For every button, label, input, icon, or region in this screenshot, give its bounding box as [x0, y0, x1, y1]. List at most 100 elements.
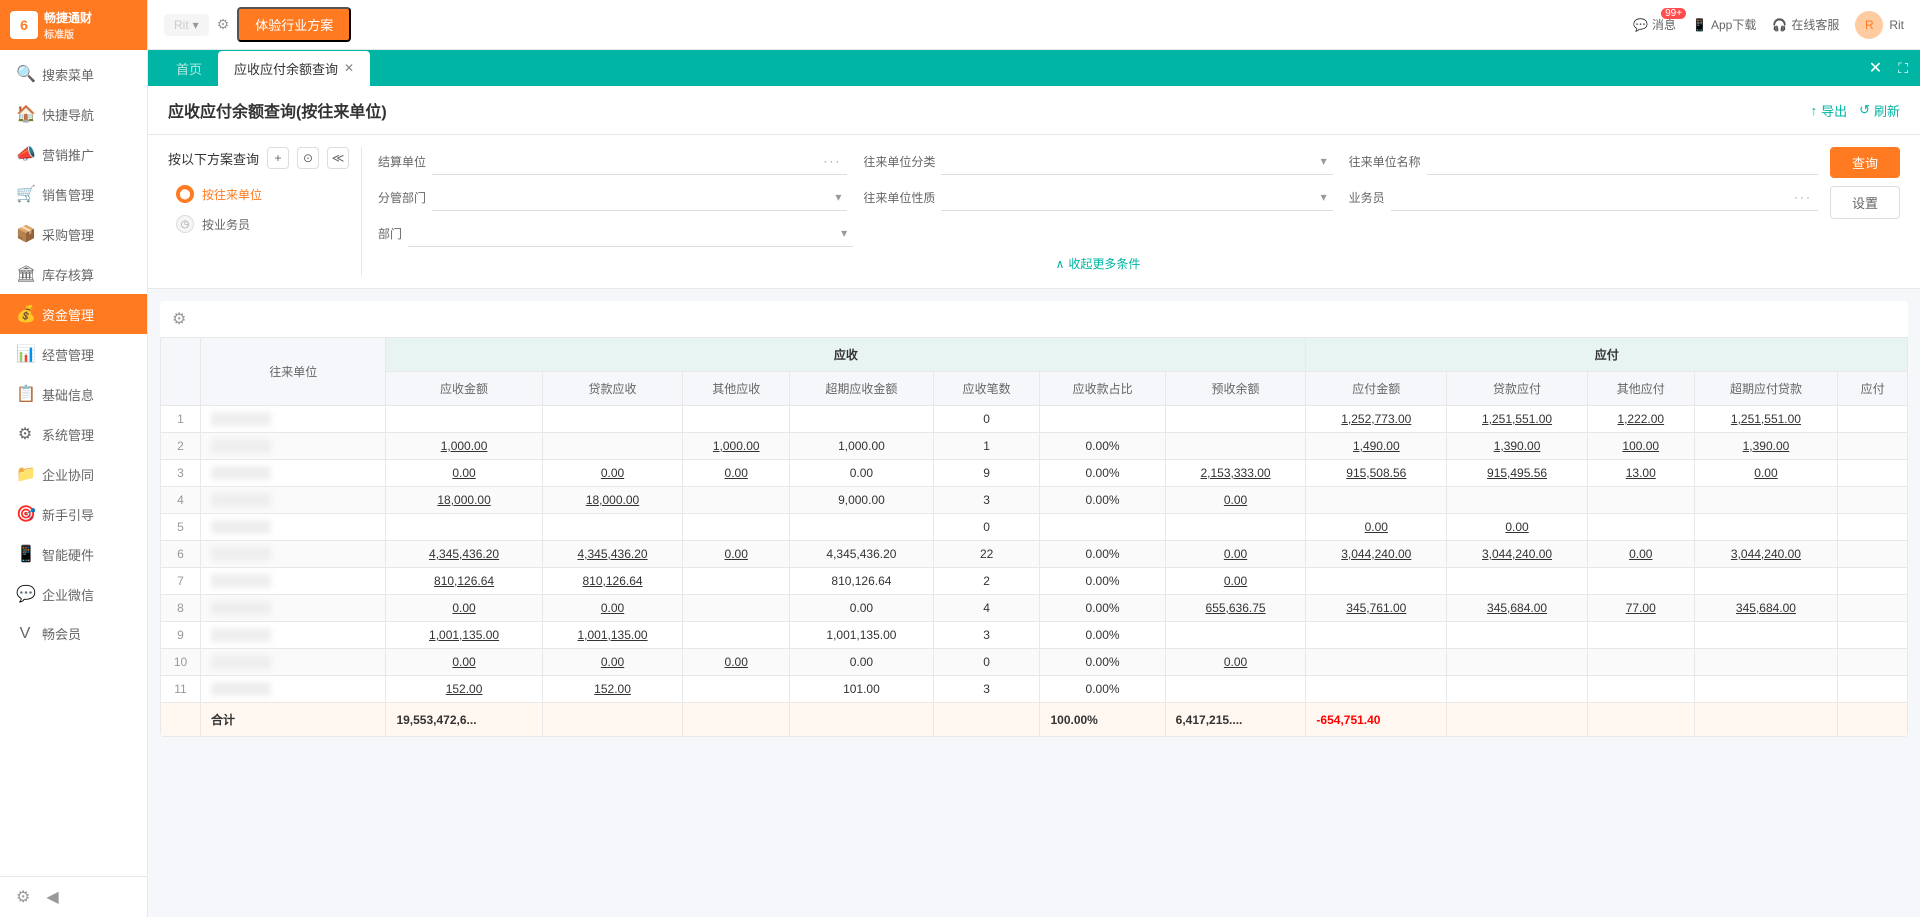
sidebar-item-system[interactable]: ⚙ 系统管理	[0, 414, 147, 454]
row-qtyf[interactable]: 77.00	[1587, 595, 1694, 622]
sidebar-item-search[interactable]: 🔍 搜索菜单	[0, 54, 147, 94]
row-qtys[interactable]: 0.00	[683, 460, 790, 487]
table-settings-icon[interactable]: ⚙	[172, 309, 186, 329]
sidebar-item-marketing[interactable]: 📣 营销推广	[0, 134, 147, 174]
row-dkyf[interactable]: 1,390.00	[1447, 433, 1588, 460]
settings-footer-btn[interactable]: ⚙	[16, 887, 30, 907]
export-button[interactable]: ↑ 导出	[1811, 101, 1848, 120]
row-dkyf[interactable]: 3,044,240.00	[1447, 541, 1588, 568]
tab-home[interactable]: 首页	[160, 51, 218, 86]
footer-ysje[interactable]: 19,553,472,6...	[386, 703, 542, 737]
service-button[interactable]: 🎧 在线客服	[1772, 16, 1839, 33]
row-dkys[interactable]: 0.00	[542, 460, 683, 487]
row-ysye[interactable]: 2,153,333.00	[1165, 460, 1306, 487]
row-dkys[interactable]: 1,001,135.00	[542, 622, 683, 649]
filter-add-btn[interactable]: +	[267, 147, 289, 169]
row-qtys[interactable]: 0.00	[683, 649, 790, 676]
service-icon: 🎧	[1772, 18, 1787, 32]
topnav-gear-icon[interactable]: ⚙	[217, 16, 230, 33]
promo-button[interactable]: 体验行业方案	[237, 7, 351, 42]
row-ysye[interactable]: 0.00	[1165, 649, 1306, 676]
row-ysje[interactable]: 1,000.00	[386, 433, 542, 460]
filter-collapse-toggle[interactable]: ∧ 收起更多条件	[1056, 255, 1141, 272]
row-ysje[interactable]: 0.00	[386, 649, 542, 676]
filter-nav-item-salesman[interactable]: ◷ 按业务员	[168, 209, 349, 239]
row-dkys[interactable]: 810,126.64	[542, 568, 683, 595]
row-ysje[interactable]: 4,345,436.20	[386, 541, 542, 568]
row-ysbsl: 1	[933, 433, 1040, 460]
sidebar-item-wechat[interactable]: 💬 企业微信	[0, 574, 147, 614]
filter-lwdwxz-input[interactable]: ▾	[941, 183, 1332, 211]
row-ysbsl: 3	[933, 487, 1040, 514]
filter-collapse-btn[interactable]: ≪	[327, 147, 349, 169]
sidebar-item-member[interactable]: V 畅会员	[0, 614, 147, 653]
tab-window-close-icon[interactable]: ✕	[1869, 58, 1882, 78]
app-download-button[interactable]: 📱 App下载	[1692, 16, 1756, 33]
row-dkys[interactable]: 0.00	[542, 649, 683, 676]
filter-lwdwmc-input[interactable]	[1427, 147, 1818, 175]
user-menu[interactable]: R Rit	[1855, 11, 1904, 39]
row-ysye[interactable]: 655,636.75	[1165, 595, 1306, 622]
row-ysye[interactable]: 0.00	[1165, 541, 1306, 568]
row-qtys[interactable]: 1,000.00	[683, 433, 790, 460]
row-qtyf[interactable]: 13.00	[1587, 460, 1694, 487]
row-qtyf[interactable]: 100.00	[1587, 433, 1694, 460]
sidebar-item-nav[interactable]: 🏠 快捷导航	[0, 94, 147, 134]
sidebar-item-operations[interactable]: 📊 经营管理	[0, 334, 147, 374]
row-dkyf[interactable]: 1,251,551.00	[1447, 406, 1588, 433]
row-dkys[interactable]: 0.00	[542, 595, 683, 622]
row-ysje[interactable]: 810,126.64	[386, 568, 542, 595]
filter-jsdw-input[interactable]: ···	[432, 147, 847, 175]
filter-lwdwfl-input[interactable]: ▾	[941, 147, 1332, 175]
row-ysje[interactable]: 18,000.00	[386, 487, 542, 514]
sidebar-item-corp[interactable]: 📁 企业协同	[0, 454, 147, 494]
tab-expand-icon[interactable]: ⛶	[1898, 60, 1908, 77]
refresh-button[interactable]: ↺ 刷新	[1859, 101, 1900, 120]
sidebar-item-sales[interactable]: 🛒 销售管理	[0, 174, 147, 214]
row-yfje[interactable]: 1,252,773.00	[1306, 406, 1447, 433]
row-qtyf[interactable]: 0.00	[1587, 541, 1694, 568]
filter-ywy-input[interactable]: ···	[1391, 183, 1818, 211]
tab-close-icon[interactable]: ✕	[344, 61, 354, 75]
row-cqyfd[interactable]: 0.00	[1694, 460, 1838, 487]
row-dkys[interactable]: 18,000.00	[542, 487, 683, 514]
query-button[interactable]: 查询	[1830, 147, 1900, 178]
row-dkys[interactable]: 4,345,436.20	[542, 541, 683, 568]
row-yfje[interactable]: 0.00	[1306, 514, 1447, 541]
table-settings-button[interactable]: 设置	[1830, 186, 1900, 219]
row-yfje[interactable]: 345,761.00	[1306, 595, 1447, 622]
sidebar-item-inventory[interactable]: 🏛 库存核算	[0, 254, 147, 294]
row-yfje[interactable]: 915,508.56	[1306, 460, 1447, 487]
row-ysje[interactable]: 0.00	[386, 460, 542, 487]
sidebar-item-finance[interactable]: 💰 资金管理	[0, 294, 147, 334]
footer-ysye[interactable]: 6,417,215....	[1165, 703, 1306, 737]
row-cqyfd[interactable]: 3,044,240.00	[1694, 541, 1838, 568]
row-dkys[interactable]: 152.00	[542, 676, 683, 703]
row-cqyfd[interactable]: 1,390.00	[1694, 433, 1838, 460]
row-ysye[interactable]: 0.00	[1165, 568, 1306, 595]
row-qtys[interactable]: 0.00	[683, 541, 790, 568]
row-ysje[interactable]: 0.00	[386, 595, 542, 622]
row-yfje[interactable]: 1,490.00	[1306, 433, 1447, 460]
row-cqyfd[interactable]: 1,251,551.00	[1694, 406, 1838, 433]
sidebar-item-hardware[interactable]: 📱 智能硬件	[0, 534, 147, 574]
filter-fgbm-input[interactable]: ▾	[432, 183, 847, 211]
message-button[interactable]: 💬 消息 99+	[1633, 16, 1676, 33]
tab-ar-ap[interactable]: 应收应付余额查询 ✕	[218, 51, 370, 86]
row-dkyf[interactable]: 345,684.00	[1447, 595, 1588, 622]
filter-bm-input[interactable]: ▾	[408, 219, 853, 247]
filter-nav-item-unit[interactable]: ⬤ 按往来单位	[168, 179, 349, 209]
row-cqyfd[interactable]: 345,684.00	[1694, 595, 1838, 622]
collapse-sidebar-btn[interactable]: ◀	[46, 887, 58, 907]
row-dkyf[interactable]: 0.00	[1447, 514, 1588, 541]
sidebar-item-purchase[interactable]: 📦 采购管理	[0, 214, 147, 254]
row-ysje[interactable]: 1,001,135.00	[386, 622, 542, 649]
row-yfje[interactable]: 3,044,240.00	[1306, 541, 1447, 568]
row-dkyf[interactable]: 915,495.56	[1447, 460, 1588, 487]
row-qtyf[interactable]: 1,222.00	[1587, 406, 1694, 433]
row-ysye[interactable]: 0.00	[1165, 487, 1306, 514]
row-ysje[interactable]: 152.00	[386, 676, 542, 703]
sidebar-item-basic-info[interactable]: 📋 基础信息	[0, 374, 147, 414]
sidebar-item-guide[interactable]: 🎯 新手引导	[0, 494, 147, 534]
filter-settings-btn[interactable]: ⊙	[297, 147, 319, 169]
